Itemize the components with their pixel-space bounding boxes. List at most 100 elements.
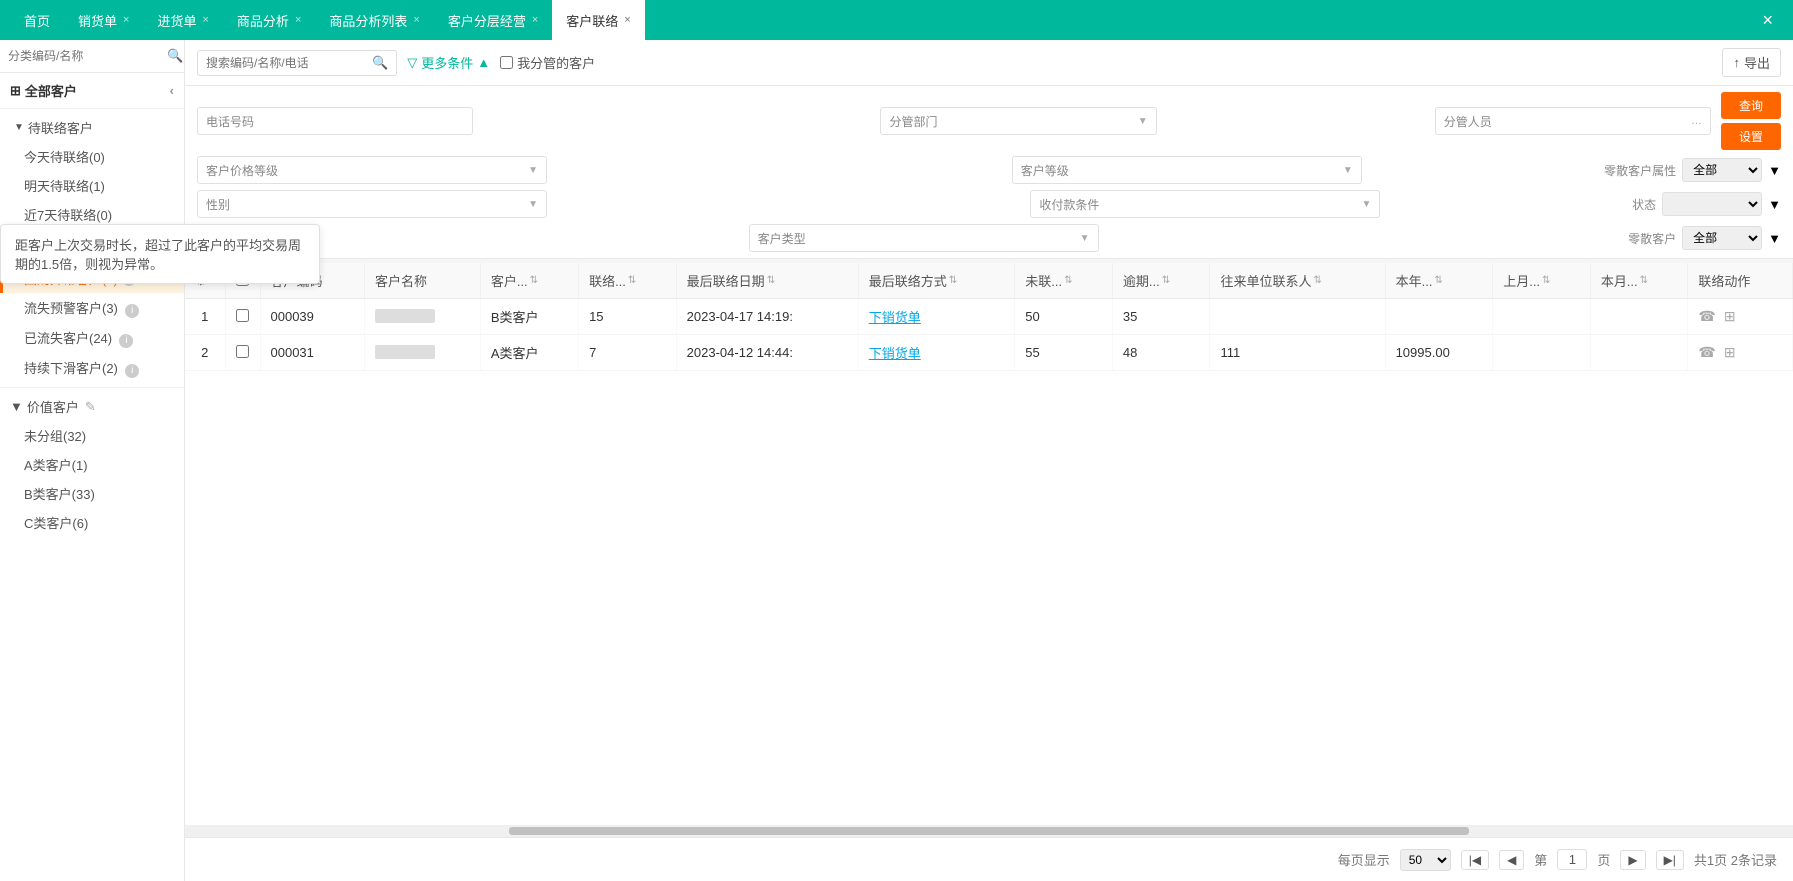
status-select[interactable] bbox=[1662, 192, 1762, 216]
row2-checkbox[interactable] bbox=[236, 345, 249, 358]
row2-actions: ☎ ⊞ bbox=[1688, 335, 1793, 371]
pending-contact-group-title[interactable]: ▼ 待联络客户 bbox=[0, 113, 184, 142]
value-customer-group-title[interactable]: ▼ 价值客户 ✎ bbox=[0, 392, 184, 421]
nav-customer-tier[interactable]: 客户分层经营 × bbox=[434, 0, 552, 40]
status-field: 状态 ▼ bbox=[1632, 192, 1781, 216]
nav-sales-close[interactable]: × bbox=[123, 14, 129, 26]
row2-checkbox-cell bbox=[225, 335, 260, 371]
more-conditions-btn[interactable]: ▽ 更多条件 ▲ bbox=[407, 53, 490, 72]
row2-more-icon[interactable]: ⊞ bbox=[1724, 344, 1736, 361]
last-page-button[interactable]: ▶| bbox=[1656, 850, 1684, 870]
sidebar-item-tomorrow-pending[interactable]: 明天待联络(1) bbox=[0, 171, 184, 200]
value-customer-edit-icon[interactable]: ✎ bbox=[85, 399, 96, 415]
declining-label: 持续下滑客户(2) bbox=[24, 361, 118, 376]
row1-last-contact-method-value[interactable]: 下销货单 bbox=[869, 310, 921, 325]
main-layout: 🔍 ⊞ 全部客户 ‹ ▼ 待联络客户 今天待联络(0) 明天待联络(1) 近7天… bbox=[0, 40, 1793, 881]
manager-more-icon[interactable]: … bbox=[1691, 115, 1702, 127]
nav-product-analysis-list-close[interactable]: × bbox=[413, 14, 419, 26]
window-close-button[interactable]: × bbox=[1752, 10, 1783, 31]
row1-contact-icon[interactable]: ☎ bbox=[1698, 308, 1715, 325]
export-icon: ↑ bbox=[1733, 55, 1740, 70]
7days-pending-label: 近7天待联络(0) bbox=[24, 208, 112, 223]
search-input[interactable] bbox=[206, 56, 366, 70]
grid-icon: ⊞ bbox=[10, 83, 21, 99]
row1-checkbox[interactable] bbox=[236, 309, 249, 322]
declining-info-icon[interactable]: i bbox=[125, 364, 139, 378]
nav-customer-contact-close[interactable]: × bbox=[624, 14, 630, 26]
sidebar-all-customers[interactable]: ⊞ 全部客户 ‹ bbox=[0, 73, 184, 109]
sidebar-item-c-customers[interactable]: C类客户(6) bbox=[0, 508, 184, 537]
nav-purchase-close[interactable]: × bbox=[202, 14, 208, 26]
retail-customer-select[interactable]: 全部 bbox=[1682, 226, 1762, 250]
nav-product-analysis-close[interactable]: × bbox=[295, 14, 301, 26]
my-customers-filter[interactable]: 我分管的客户 bbox=[500, 53, 595, 72]
row2-number-label: 2 bbox=[201, 345, 208, 360]
sidebar-search-input[interactable] bbox=[8, 49, 163, 63]
scroll-thumb[interactable] bbox=[509, 827, 1469, 835]
sidebar-item-lost-customers[interactable]: 已流失客户(24) i bbox=[0, 323, 184, 353]
row2-contact-icon[interactable]: ☎ bbox=[1698, 344, 1715, 361]
row2-action-icons: ☎ ⊞ bbox=[1698, 344, 1782, 361]
query-button[interactable]: 查询 bbox=[1721, 92, 1781, 119]
table-row: 2 000031 A类客户 bbox=[185, 335, 1793, 371]
th-contact-count-label: 联络... bbox=[589, 271, 626, 290]
pagination-bar: 每页显示 50 10 20 100 |◀ ◀ 第 1 页 ▶ ▶| 共1页 2条… bbox=[185, 837, 1793, 881]
row1-overdue-value: 35 bbox=[1123, 309, 1137, 324]
nav-customer-tier-close[interactable]: × bbox=[532, 14, 538, 26]
sidebar-item-declining[interactable]: 持续下滑客户(2) i bbox=[0, 353, 184, 383]
current-page-input[interactable]: 1 bbox=[1557, 849, 1587, 870]
prev-page-button[interactable]: ◀ bbox=[1499, 850, 1524, 870]
lost-customers-label: 已流失客户(24) bbox=[24, 331, 112, 346]
row1-name bbox=[364, 299, 480, 335]
settings-button[interactable]: 设置 bbox=[1721, 123, 1781, 150]
export-button[interactable]: ↑ 导出 bbox=[1722, 48, 1781, 77]
b-customers-label: B类客户(33) bbox=[24, 487, 95, 502]
row2-uncontacted: 55 bbox=[1015, 335, 1113, 371]
row2-contacts: 111 bbox=[1210, 335, 1385, 371]
row2-code-value: 000031 bbox=[271, 345, 314, 360]
nav-home[interactable]: 首页 bbox=[10, 0, 64, 40]
nav-product-analysis-list[interactable]: 商品分析列表 × bbox=[315, 0, 433, 40]
sidebar-collapse-icon[interactable]: ‹ bbox=[170, 83, 174, 98]
retail-customer-field: 零散客户 全部 ▼ bbox=[1628, 226, 1781, 250]
nav-purchase[interactable]: 进货单 × bbox=[143, 0, 222, 40]
row2-last-contact-method-value[interactable]: 下销货单 bbox=[869, 346, 921, 361]
row1-level: B类客户 bbox=[480, 299, 578, 335]
first-page-button[interactable]: |◀ bbox=[1461, 850, 1489, 870]
nav-customer-contact[interactable]: 客户联络 × bbox=[552, 0, 644, 40]
row2-level-value: A类客户 bbox=[491, 346, 539, 361]
sidebar-item-b-customers[interactable]: B类客户(33) bbox=[0, 479, 184, 508]
ungrouped-label: 未分组(32) bbox=[24, 429, 86, 444]
sidebar-item-today-pending[interactable]: 今天待联络(0) bbox=[0, 142, 184, 171]
row1-action-icons: ☎ ⊞ bbox=[1698, 308, 1782, 325]
row2-name bbox=[364, 335, 480, 371]
row1-more-icon[interactable]: ⊞ bbox=[1724, 308, 1736, 325]
th-last-month-label: 上月... bbox=[1503, 271, 1540, 290]
search-icon[interactable]: 🔍 bbox=[372, 55, 388, 71]
nav-product-analysis[interactable]: 商品分析 × bbox=[223, 0, 315, 40]
payment-label: 收付款条件 bbox=[1039, 196, 1099, 213]
retail-attr-down-icon: ▼ bbox=[1768, 163, 1781, 178]
lost-customers-info-icon[interactable]: i bbox=[119, 334, 133, 348]
th-this-year-label: 本年... bbox=[1396, 271, 1433, 290]
my-customers-checkbox[interactable] bbox=[500, 56, 513, 69]
row1-name-blurred bbox=[375, 309, 435, 323]
horizontal-scrollbar[interactable] bbox=[185, 825, 1793, 837]
content-area: 🔍 ▽ 更多条件 ▲ 我分管的客户 ↑ 导出 电话号码 bbox=[185, 40, 1793, 881]
sidebar-item-ungrouped[interactable]: 未分组(32) bbox=[0, 421, 184, 450]
loss-warning-info-icon[interactable]: i bbox=[125, 304, 139, 318]
row1-level-value: B类客户 bbox=[491, 310, 539, 325]
value-customer-label: 价值客户 bbox=[27, 397, 79, 416]
export-label: 导出 bbox=[1744, 53, 1770, 72]
row1-contact-count-value: 15 bbox=[589, 309, 603, 324]
per-page-select[interactable]: 50 10 20 100 bbox=[1400, 849, 1451, 871]
loss-warning-label: 流失预警客户(3) bbox=[24, 301, 118, 316]
retail-attr-select[interactable]: 全部 bbox=[1682, 158, 1762, 182]
sidebar-item-loss-warning[interactable]: 流失预警客户(3) i bbox=[0, 293, 184, 323]
next-page-button[interactable]: ▶ bbox=[1620, 850, 1645, 870]
sidebar-item-a-customers[interactable]: A类客户(1) bbox=[0, 450, 184, 479]
sidebar-search-icon[interactable]: 🔍 bbox=[167, 48, 183, 64]
search-box: 🔍 bbox=[197, 50, 397, 76]
customer-table: ⚙ 客户编码 客户名称 bbox=[185, 263, 1793, 371]
nav-sales[interactable]: 销货单 × bbox=[64, 0, 143, 40]
